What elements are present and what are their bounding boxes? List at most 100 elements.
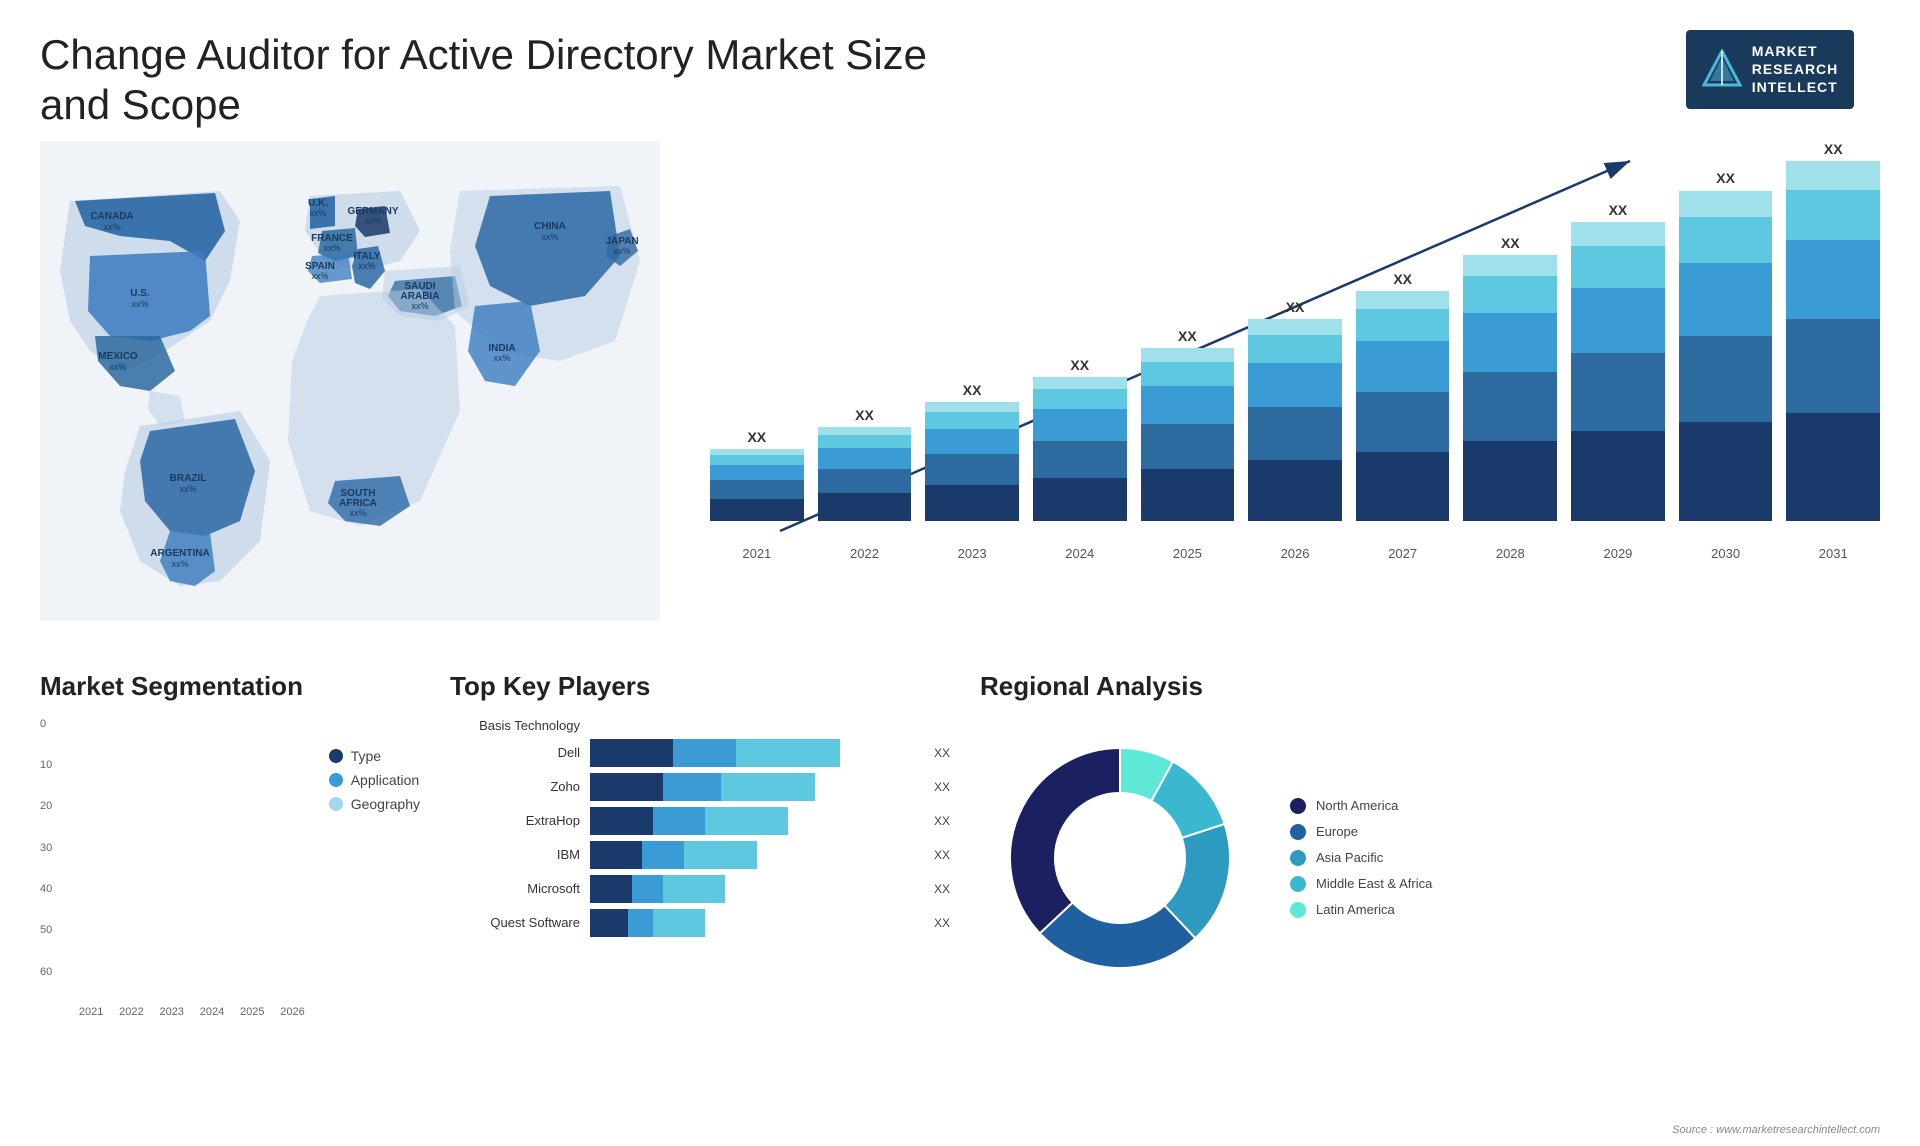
segmentation-title: Market Segmentation [40, 671, 420, 702]
market-x-label: 2024 [1033, 546, 1127, 561]
market-x-labels: 2021202220232024202520262027202820292030… [710, 546, 1880, 561]
player-value: XX [934, 780, 950, 794]
donut-legend: North AmericaEuropeAsia PacificMiddle Ea… [1290, 798, 1432, 918]
player-row: Dell XX [450, 739, 950, 767]
market-bar-segment [1033, 377, 1127, 389]
market-bar-segment [710, 465, 804, 481]
market-bar-stack [1571, 222, 1665, 521]
donut-segment [1010, 748, 1120, 933]
legend-item: Application [329, 772, 420, 788]
map-section: CANADA xx% U.S. xx% MEXICO xx% BRAZIL xx… [40, 141, 660, 661]
market-bar-segment [1463, 276, 1557, 313]
player-name: Microsoft [450, 881, 580, 896]
player-name: Dell [450, 745, 580, 760]
player-bar-segment [590, 807, 653, 835]
logo-box: MARKET RESEARCH INTELLECT [1686, 30, 1855, 109]
seg-x-label: 2025 [236, 1006, 268, 1018]
logo-area: MARKET RESEARCH INTELLECT [1660, 30, 1880, 109]
market-bar-value: XX [1501, 235, 1520, 251]
content-area: CANADA xx% U.S. xx% MEXICO xx% BRAZIL xx… [0, 141, 1920, 661]
seg-y-label: 60 [40, 966, 70, 978]
player-bar-segment [736, 739, 840, 767]
bar-chart-section: XXXXXXXXXXXXXXXXXXXXXX 20212022202320242… [680, 141, 1880, 661]
svg-text:xx%: xx% [171, 559, 188, 569]
svg-text:U.S.: U.S. [130, 288, 150, 299]
market-bar-value: XX [1824, 141, 1843, 157]
market-bar-segment [1463, 313, 1557, 372]
seg-y-label: 50 [40, 924, 70, 936]
svg-text:xx%: xx% [613, 246, 630, 256]
player-bar-segment [590, 773, 663, 801]
donut-chart [980, 718, 1260, 998]
market-bar-segment [1571, 353, 1665, 431]
market-bar-stack [1248, 319, 1342, 521]
market-bar-segment [1679, 263, 1773, 336]
logo-text: MARKET RESEARCH INTELLECT [1752, 42, 1839, 97]
market-bar-segment [1141, 348, 1235, 362]
market-bar-col: XX [818, 407, 912, 521]
player-bar-container [590, 739, 918, 767]
svg-text:xx%: xx% [411, 301, 428, 311]
donut-legend-color [1290, 798, 1306, 814]
market-bar-segment [818, 427, 912, 435]
player-value: XX [934, 882, 950, 896]
svg-text:MEXICO: MEXICO [98, 351, 138, 362]
market-bar-col: XX [1679, 170, 1773, 521]
market-bar-col: XX [1141, 328, 1235, 521]
market-bar-segment [818, 448, 912, 469]
market-bar-segment [710, 455, 804, 465]
player-bar-segment [590, 909, 628, 937]
market-bar-segment [1786, 413, 1880, 521]
market-bar-col: XX [1248, 299, 1342, 521]
legend-dot [329, 749, 343, 763]
legend-label: Application [351, 772, 420, 788]
player-row: Microsoft XX [450, 875, 950, 903]
regional-title: Regional Analysis [980, 671, 1880, 702]
legend-label: Type [351, 748, 381, 764]
player-value: XX [934, 848, 950, 862]
market-bar-segment [1141, 386, 1235, 424]
player-name: Zoho [450, 779, 580, 794]
market-bar-segment [1571, 246, 1665, 288]
market-bar-stack [1141, 348, 1235, 521]
legend-item: Geography [329, 796, 420, 812]
market-bar-segment [1786, 240, 1880, 319]
seg-x-label: 2023 [156, 1006, 188, 1018]
market-bar-segment [1571, 288, 1665, 354]
donut-legend-label: Europe [1316, 824, 1358, 839]
seg-y-label: 20 [40, 800, 70, 812]
donut-legend-color [1290, 850, 1306, 866]
player-value: XX [934, 746, 950, 760]
market-bar-segment [1033, 409, 1127, 441]
svg-text:xx%: xx% [311, 271, 328, 281]
market-bar-stack [1033, 377, 1127, 521]
seg-x-label: 2021 [75, 1006, 107, 1018]
market-x-label: 2027 [1356, 546, 1450, 561]
player-bar-segment [673, 739, 736, 767]
svg-text:xx%: xx% [103, 222, 120, 232]
player-bar-inner [590, 739, 918, 767]
market-bar-value: XX [1178, 328, 1197, 344]
market-bar-segment [1679, 422, 1773, 521]
player-row: IBMXX [450, 841, 950, 869]
market-bar-segment [925, 402, 1019, 412]
market-x-label: 2030 [1679, 546, 1773, 561]
market-bar-value: XX [855, 407, 874, 423]
market-bar-segment [1463, 441, 1557, 521]
market-bar-segment [1679, 217, 1773, 263]
market-bar-segment [1033, 478, 1127, 521]
market-x-label: 2023 [925, 546, 1019, 561]
svg-text:xx%: xx% [131, 299, 148, 309]
player-bar-container [590, 807, 918, 835]
donut-legend-item: Europe [1290, 824, 1432, 840]
market-bar-col: XX [1463, 235, 1557, 521]
market-x-label: 2025 [1141, 546, 1235, 561]
player-name: Basis Technology [450, 718, 580, 733]
seg-chart: 6050403020100 202120222023202420252026 [40, 718, 309, 1018]
svg-text:CANADA: CANADA [90, 211, 133, 222]
seg-y-label: 0 [40, 718, 70, 730]
player-row: Zoho XX [450, 773, 950, 801]
market-bar-segment [1571, 222, 1665, 246]
market-bar-stack [1786, 161, 1880, 521]
market-bar-segment [925, 454, 1019, 485]
